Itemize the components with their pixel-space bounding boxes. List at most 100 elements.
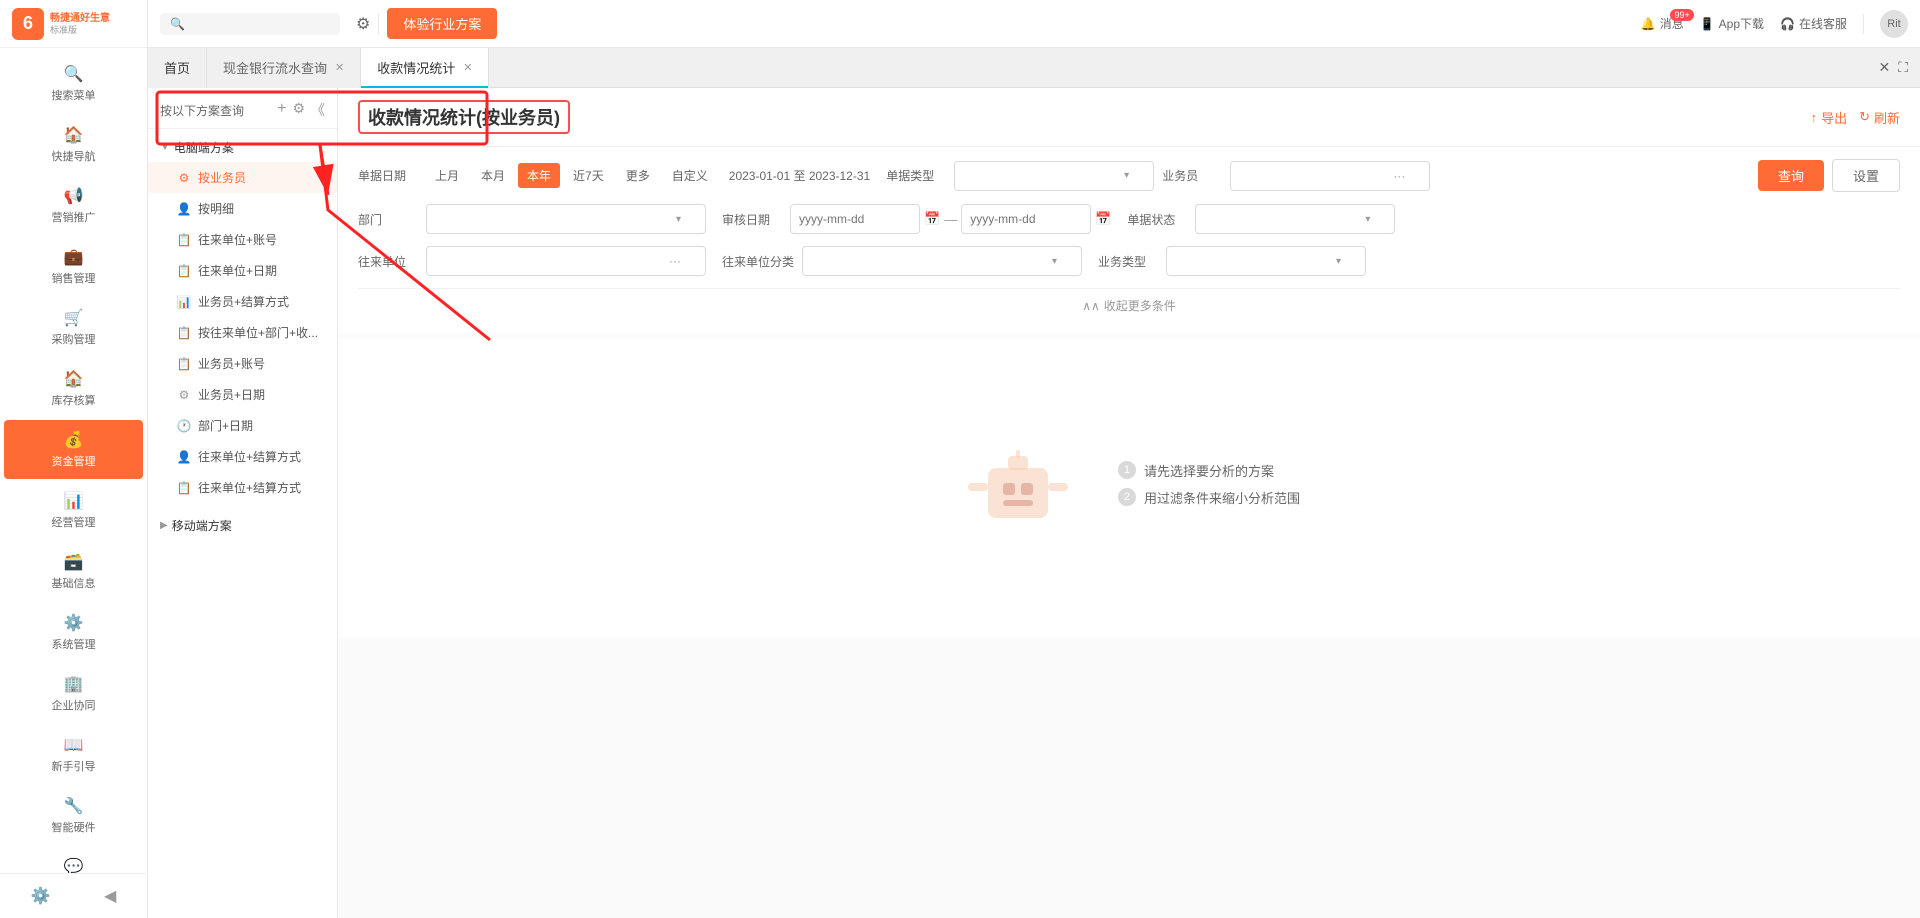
- salesperson-more-icon[interactable]: ···: [1393, 169, 1405, 183]
- date-custom[interactable]: 自定义: [663, 163, 717, 188]
- filter-doctype-item: 单据类型 ▾: [886, 161, 1154, 191]
- marketing-icon: 📢: [64, 186, 84, 206]
- export-button[interactable]: ↑ 导出: [1811, 108, 1848, 127]
- sidebar-item-quicknav[interactable]: 🏠 快捷导航: [4, 115, 143, 174]
- unit-select[interactable]: ···: [426, 246, 706, 276]
- sidebar-item-inventory[interactable]: 🏠 库存核算: [4, 359, 143, 418]
- date-7days[interactable]: 近7天: [564, 163, 613, 188]
- scheme-item-salesperson-calc[interactable]: 📊 业务员+结算方式: [148, 286, 337, 317]
- empty-steps: 1 请先选择要分析的方案 2 用过滤条件来缩小分析范围: [1118, 461, 1300, 515]
- sidebar-item-finance[interactable]: 💰 资金管理: [4, 420, 143, 479]
- app-download-item[interactable]: 📱 App下载: [1700, 15, 1764, 32]
- sidebar-item-purchase[interactable]: 🛒 采购管理: [4, 298, 143, 357]
- sidebar-settings-button[interactable]: ⚙️: [27, 882, 55, 910]
- calendar-icon-2[interactable]: 📅: [1095, 211, 1111, 227]
- topbar-search-box[interactable]: 🔍: [160, 13, 340, 35]
- query-button[interactable]: 查询: [1758, 160, 1824, 191]
- unit-more-icon[interactable]: ···: [669, 254, 681, 268]
- tab-receipt[interactable]: 收款情况统计 ✕: [361, 48, 489, 88]
- unit-category-select[interactable]: ▾: [802, 246, 1082, 276]
- sidebar-item-hardware[interactable]: 🔧 智能硬件: [4, 786, 143, 845]
- settings-button[interactable]: 设置: [1832, 159, 1900, 192]
- scheme-item-detail[interactable]: 👤 按明细: [148, 193, 337, 224]
- scheme-add-button[interactable]: +: [277, 100, 286, 120]
- scheme-item-icon-salesperson-calc: 📊: [176, 294, 192, 310]
- window-close-button[interactable]: ✕: [1878, 59, 1890, 76]
- scheme-item-icon-salesperson-account: 📋: [176, 356, 192, 372]
- scheme-item-dept-date[interactable]: 🕐 部门+日期: [148, 410, 337, 441]
- page-content: 按以下方案查询 + ⚙ 《 ▼ 电脑端方案 ⚙ 按业务员: [148, 88, 1920, 918]
- salesperson-select[interactable]: ···: [1230, 161, 1430, 191]
- scheme-collapse-button[interactable]: 《: [311, 100, 325, 120]
- scheme-item-icon-unit-account: 📋: [176, 232, 192, 248]
- sidebar-item-wechat[interactable]: 💬 企业微信: [4, 847, 143, 873]
- sidebar-item-search[interactable]: 🔍 搜索菜单: [4, 54, 143, 113]
- scheme-item-unit-account[interactable]: 📋 往来单位+账号: [148, 224, 337, 255]
- filter-row-2: 部门 ▾ 审核日期 📅 —: [358, 204, 1900, 234]
- tab-receipt-close[interactable]: ✕: [463, 61, 472, 74]
- notification-item[interactable]: 🔔 消息 99+: [1641, 15, 1684, 32]
- scheme-item-salesperson[interactable]: ⚙ 按业务员: [148, 162, 337, 193]
- trial-button[interactable]: 体验行业方案: [387, 8, 497, 39]
- scheme-group-mobile-title[interactable]: ▶ 移动端方案: [148, 511, 337, 540]
- sidebar-item-basic[interactable]: 🗃️ 基础信息: [4, 542, 143, 601]
- sidebar-item-operations[interactable]: 📊 经营管理: [4, 481, 143, 540]
- scheme-header-actions: + ⚙ 《: [277, 100, 325, 120]
- filter-row-1: 单据日期 上月 本月 本年 近7天 更多 自定义 2023-01-01 至 20…: [358, 159, 1900, 192]
- refresh-icon: ↻: [1859, 109, 1870, 125]
- scheme-item-unit-dept[interactable]: 📋 按往来单位+部门+收...: [148, 317, 337, 348]
- scheme-settings-button[interactable]: ⚙: [292, 100, 305, 120]
- refresh-button[interactable]: ↻ 刷新: [1859, 108, 1900, 127]
- sidebar-item-corp[interactable]: 🏢 企业协同: [4, 664, 143, 723]
- filter-salesperson-item: 业务员 ···: [1162, 161, 1430, 191]
- collapse-filter-button[interactable]: ∧∧ 收起更多条件: [358, 288, 1900, 322]
- scheme-item-unit-date[interactable]: 📋 往来单位+日期: [148, 255, 337, 286]
- window-maximize-button[interactable]: ⛶: [1898, 59, 1908, 76]
- scheme-item-icon-unit-dept: 📋: [176, 325, 192, 341]
- docstatus-select[interactable]: ▾: [1195, 204, 1395, 234]
- date-this-month[interactable]: 本月: [472, 163, 514, 188]
- dept-select[interactable]: ▾: [426, 204, 706, 234]
- page-title-actions: ↑ 导出 ↻ 刷新: [1811, 108, 1900, 127]
- sidebar-item-marketing[interactable]: 📢 营销推广: [4, 176, 143, 235]
- biztype-select[interactable]: ▾: [1166, 246, 1366, 276]
- scheme-item-unit-calc1[interactable]: 👤 往来单位+结算方式: [148, 441, 337, 472]
- filter-area: 单据日期 上月 本月 本年 近7天 更多 自定义 2023-01-01 至 20…: [338, 147, 1920, 334]
- sidebar-item-sales[interactable]: 💼 销售管理: [4, 237, 143, 296]
- scheme-group-desktop-title[interactable]: ▼ 电脑端方案: [148, 133, 337, 162]
- topbar-settings-icon[interactable]: ⚙: [356, 14, 370, 34]
- tab-home[interactable]: 首页: [148, 48, 207, 88]
- doctype-select-arrow: ▾: [1124, 170, 1129, 181]
- scheme-group-mobile: ▶ 移动端方案: [148, 507, 337, 544]
- doctype-select[interactable]: ▾: [954, 161, 1154, 191]
- service-icon: 🎧: [1780, 17, 1795, 31]
- filter-reviewdate-item: 审核日期 📅 — 📅: [722, 204, 1111, 234]
- review-date-end-input[interactable]: [961, 204, 1091, 234]
- sidebar-item-guide[interactable]: 📖 新手引导: [4, 725, 143, 784]
- scheme-item-salesperson-date[interactable]: ⚙ 业务员+日期: [148, 379, 337, 410]
- filter-unit-item: 往来单位 ···: [358, 246, 706, 276]
- scheme-panel: 按以下方案查询 + ⚙ 《 ▼ 电脑端方案 ⚙ 按业务员: [148, 88, 338, 918]
- tab-bank[interactable]: 现金银行流水查询 ✕: [207, 48, 361, 88]
- topbar-divider: [378, 14, 379, 34]
- review-date-group: 📅 — 📅: [790, 204, 1111, 234]
- user-avatar[interactable]: Rit: [1880, 10, 1908, 38]
- logo-text: 畅捷通好生意 标准版: [50, 11, 110, 37]
- scheme-item-icon-unit-calc2: 📋: [176, 480, 192, 496]
- calendar-icon-1[interactable]: 📅: [924, 211, 940, 227]
- date-more[interactable]: 更多: [617, 163, 659, 188]
- topbar-divider2: [1863, 14, 1864, 34]
- customer-service-item[interactable]: 🎧 在线客服: [1780, 15, 1847, 32]
- date-last-month[interactable]: 上月: [426, 163, 468, 188]
- sidebar-item-system[interactable]: ⚙️ 系统管理: [4, 603, 143, 662]
- filter-biztype-item: 业务类型 ▾: [1098, 246, 1366, 276]
- tab-bank-close[interactable]: ✕: [335, 61, 344, 74]
- scheme-item-unit-calc2[interactable]: 📋 往来单位+结算方式: [148, 472, 337, 503]
- sidebar-collapse-button[interactable]: ◀: [100, 882, 120, 910]
- hardware-icon: 🔧: [64, 796, 84, 816]
- bell-icon: 🔔: [1641, 17, 1656, 31]
- scheme-item-salesperson-account[interactable]: 📋 业务员+账号: [148, 348, 337, 379]
- sidebar: 6 畅捷通好生意 标准版 🔍 搜索菜单 🏠 快捷导航 📢 营销推广 💼: [0, 0, 148, 918]
- date-this-year[interactable]: 本年: [518, 163, 560, 188]
- review-date-start-input[interactable]: [790, 204, 920, 234]
